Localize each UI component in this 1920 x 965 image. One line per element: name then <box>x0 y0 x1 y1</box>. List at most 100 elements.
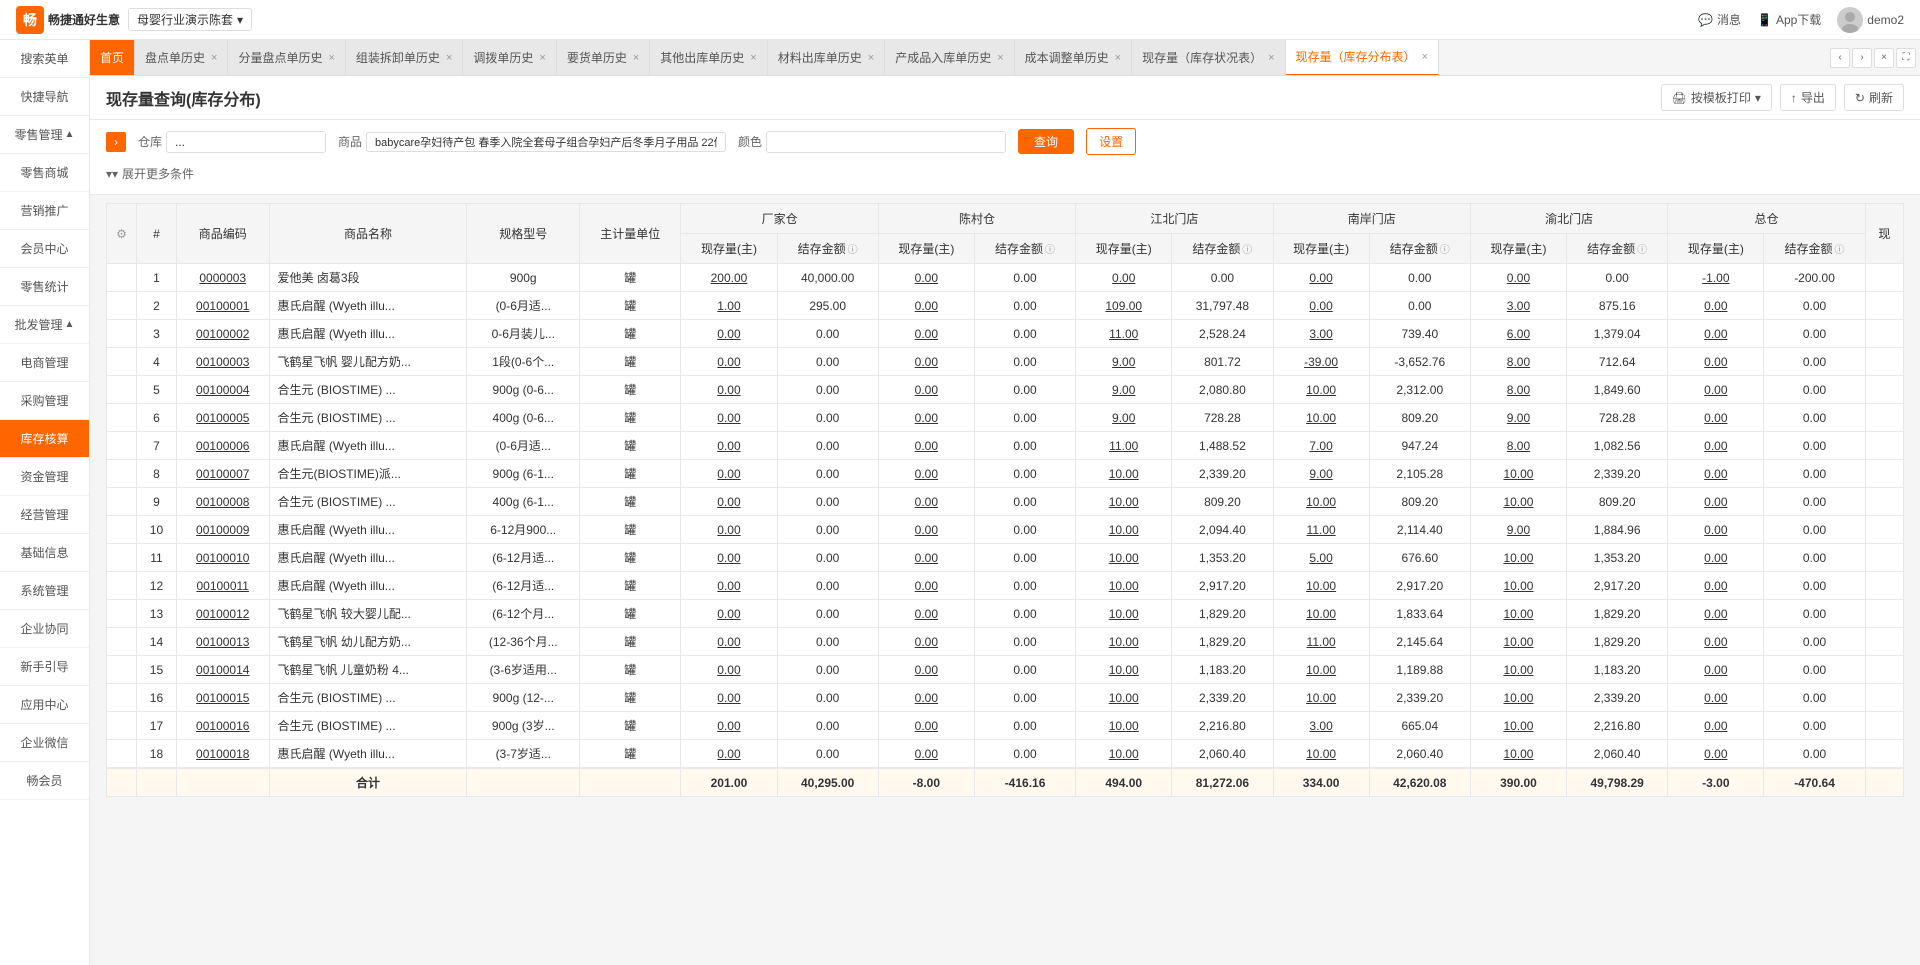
row-jiangbei-stock[interactable]: 10.00 <box>1076 712 1172 740</box>
sidebar-item-retail[interactable]: 零售管理 ▲ <box>0 116 89 154</box>
row-jiangbei-stock[interactable]: 9.00 <box>1076 348 1172 376</box>
info-icon[interactable]: ⓘ <box>1637 245 1647 256</box>
row-factory-stock[interactable]: 0.00 <box>681 376 777 404</box>
user-area[interactable]: demo2 <box>1837 7 1904 33</box>
row-factory-stock[interactable]: 0.00 <box>681 488 777 516</box>
setting-btn[interactable]: 设置 <box>1086 128 1136 155</box>
sidebar-item-wechat[interactable]: 企业微信 <box>0 724 89 762</box>
row-nanan-stock[interactable]: 3.00 <box>1273 320 1369 348</box>
warehouse-input[interactable] <box>166 131 326 153</box>
tab-product-in[interactable]: 产成品入库单历史 × <box>885 40 1014 75</box>
tab-stock-dist[interactable]: 现存量（库存分布表） × <box>1286 40 1439 75</box>
row-code[interactable]: 00100003 <box>176 348 269 376</box>
row-total-stock[interactable]: 0.00 <box>1668 656 1764 684</box>
row-nanan-stock[interactable]: 0.00 <box>1273 264 1369 292</box>
row-yubei-stock[interactable]: 10.00 <box>1470 572 1566 600</box>
row-total-stock[interactable]: 0.00 <box>1668 376 1764 404</box>
row-chenmu-stock[interactable]: 0.00 <box>878 292 974 320</box>
tab-cost-adjust[interactable]: 成本调整单历史 × <box>1015 40 1132 75</box>
row-jiangbei-stock[interactable]: 11.00 <box>1076 432 1172 460</box>
row-jiangbei-stock[interactable]: 9.00 <box>1076 376 1172 404</box>
app-download-btn[interactable]: 📱 App下载 <box>1757 11 1821 28</box>
row-total-stock[interactable]: 0.00 <box>1668 628 1764 656</box>
sidebar-item-search[interactable]: 搜索英单 <box>0 40 89 78</box>
row-jiangbei-stock[interactable]: 10.00 <box>1076 544 1172 572</box>
row-jiangbei-stock[interactable]: 10.00 <box>1076 460 1172 488</box>
tab-close-icon[interactable]: × <box>328 52 334 64</box>
row-jiangbei-stock[interactable]: 10.00 <box>1076 488 1172 516</box>
row-total-stock[interactable]: 0.00 <box>1668 572 1764 600</box>
row-nanan-stock[interactable]: 10.00 <box>1273 684 1369 712</box>
tab-fullscreen-btn[interactable]: ⛶ <box>1896 48 1916 68</box>
row-yubei-stock[interactable]: 8.00 <box>1470 432 1566 460</box>
row-code[interactable]: 00100012 <box>176 600 269 628</box>
row-chenmu-stock[interactable]: 0.00 <box>878 488 974 516</box>
row-total-stock[interactable]: 0.00 <box>1668 320 1764 348</box>
row-nanan-stock[interactable]: 5.00 <box>1273 544 1369 572</box>
row-nanan-stock[interactable]: 10.00 <box>1273 740 1369 769</box>
row-factory-stock[interactable]: 0.00 <box>681 460 777 488</box>
row-total-stock[interactable]: 0.00 <box>1668 684 1764 712</box>
tab-close-icon[interactable]: × <box>1422 51 1428 63</box>
row-nanan-stock[interactable]: 3.00 <box>1273 712 1369 740</box>
row-chenmu-stock[interactable]: 0.00 <box>878 516 974 544</box>
info-icon[interactable]: ⓘ <box>1242 245 1252 256</box>
row-code[interactable]: 0000003 <box>176 264 269 292</box>
info-icon[interactable]: ⓘ <box>1835 245 1845 256</box>
row-yubei-stock[interactable]: 10.00 <box>1470 544 1566 572</box>
info-icon[interactable]: ⓘ <box>848 245 858 256</box>
row-jiangbei-stock[interactable]: 10.00 <box>1076 656 1172 684</box>
row-chenmu-stock[interactable]: 0.00 <box>878 712 974 740</box>
row-nanan-stock[interactable]: 11.00 <box>1273 516 1369 544</box>
tab-assembly[interactable]: 组装拆卸单历史 × <box>346 40 463 75</box>
row-factory-stock[interactable]: 1.00 <box>681 292 777 320</box>
row-factory-stock[interactable]: 0.00 <box>681 404 777 432</box>
refresh-btn[interactable]: ↻ 刷新 <box>1844 84 1904 111</box>
sidebar-item-app-center[interactable]: 应用中心 <box>0 686 89 724</box>
row-code[interactable]: 00100016 <box>176 712 269 740</box>
row-total-stock[interactable]: 0.00 <box>1668 544 1764 572</box>
tab-sub-stock-history[interactable]: 分量盘点单历史 × <box>228 40 345 75</box>
row-chenmu-stock[interactable]: 0.00 <box>878 628 974 656</box>
sidebar-item-member[interactable]: 会员中心 <box>0 230 89 268</box>
search-btn[interactable]: 查询 <box>1018 129 1074 154</box>
row-chenmu-stock[interactable]: 0.00 <box>878 460 974 488</box>
sidebar-item-member2[interactable]: 畅会员 <box>0 762 89 800</box>
industry-select[interactable]: 母婴行业演示陈套 ▾ <box>128 8 252 31</box>
row-yubei-stock[interactable]: 8.00 <box>1470 376 1566 404</box>
settings-icon[interactable]: ⚙ <box>116 227 127 241</box>
row-yubei-stock[interactable]: 9.00 <box>1470 404 1566 432</box>
row-code[interactable]: 00100006 <box>176 432 269 460</box>
th-settings[interactable]: ⚙ <box>107 204 137 264</box>
tab-close-all-btn[interactable]: × <box>1874 48 1894 68</box>
row-factory-stock[interactable]: 0.00 <box>681 572 777 600</box>
row-chenmu-stock[interactable]: 0.00 <box>878 348 974 376</box>
row-code[interactable]: 00100005 <box>176 404 269 432</box>
row-code[interactable]: 00100009 <box>176 516 269 544</box>
row-total-stock[interactable]: 0.00 <box>1668 516 1764 544</box>
color-input[interactable] <box>766 131 1006 153</box>
sidebar-item-collab[interactable]: 企业协同 <box>0 610 89 648</box>
row-jiangbei-stock[interactable]: 10.00 <box>1076 572 1172 600</box>
row-code[interactable]: 00100001 <box>176 292 269 320</box>
row-code[interactable]: 00100008 <box>176 488 269 516</box>
row-yubei-stock[interactable]: 10.00 <box>1470 740 1566 769</box>
row-jiangbei-stock[interactable]: 10.00 <box>1076 684 1172 712</box>
row-factory-stock[interactable]: 0.00 <box>681 544 777 572</box>
row-chenmu-stock[interactable]: 0.00 <box>878 656 974 684</box>
row-total-stock[interactable]: -1.00 <box>1668 264 1764 292</box>
row-nanan-stock[interactable]: -39.00 <box>1273 348 1369 376</box>
row-yubei-stock[interactable]: 6.00 <box>1470 320 1566 348</box>
sidebar-item-ecommerce[interactable]: 电商管理 <box>0 344 89 382</box>
row-jiangbei-stock[interactable]: 10.00 <box>1076 600 1172 628</box>
row-chenmu-stock[interactable]: 0.00 <box>878 572 974 600</box>
row-yubei-stock[interactable]: 0.00 <box>1470 264 1566 292</box>
row-nanan-stock[interactable]: 10.00 <box>1273 656 1369 684</box>
row-chenmu-stock[interactable]: 0.00 <box>878 544 974 572</box>
sidebar-item-finance[interactable]: 资金管理 <box>0 458 89 496</box>
tab-home[interactable]: 首页 <box>90 40 135 75</box>
row-chenmu-stock[interactable]: 0.00 <box>878 740 974 769</box>
row-factory-stock[interactable]: 0.00 <box>681 684 777 712</box>
tab-close-icon[interactable]: × <box>539 52 545 64</box>
tab-close-icon[interactable]: × <box>997 52 1003 64</box>
